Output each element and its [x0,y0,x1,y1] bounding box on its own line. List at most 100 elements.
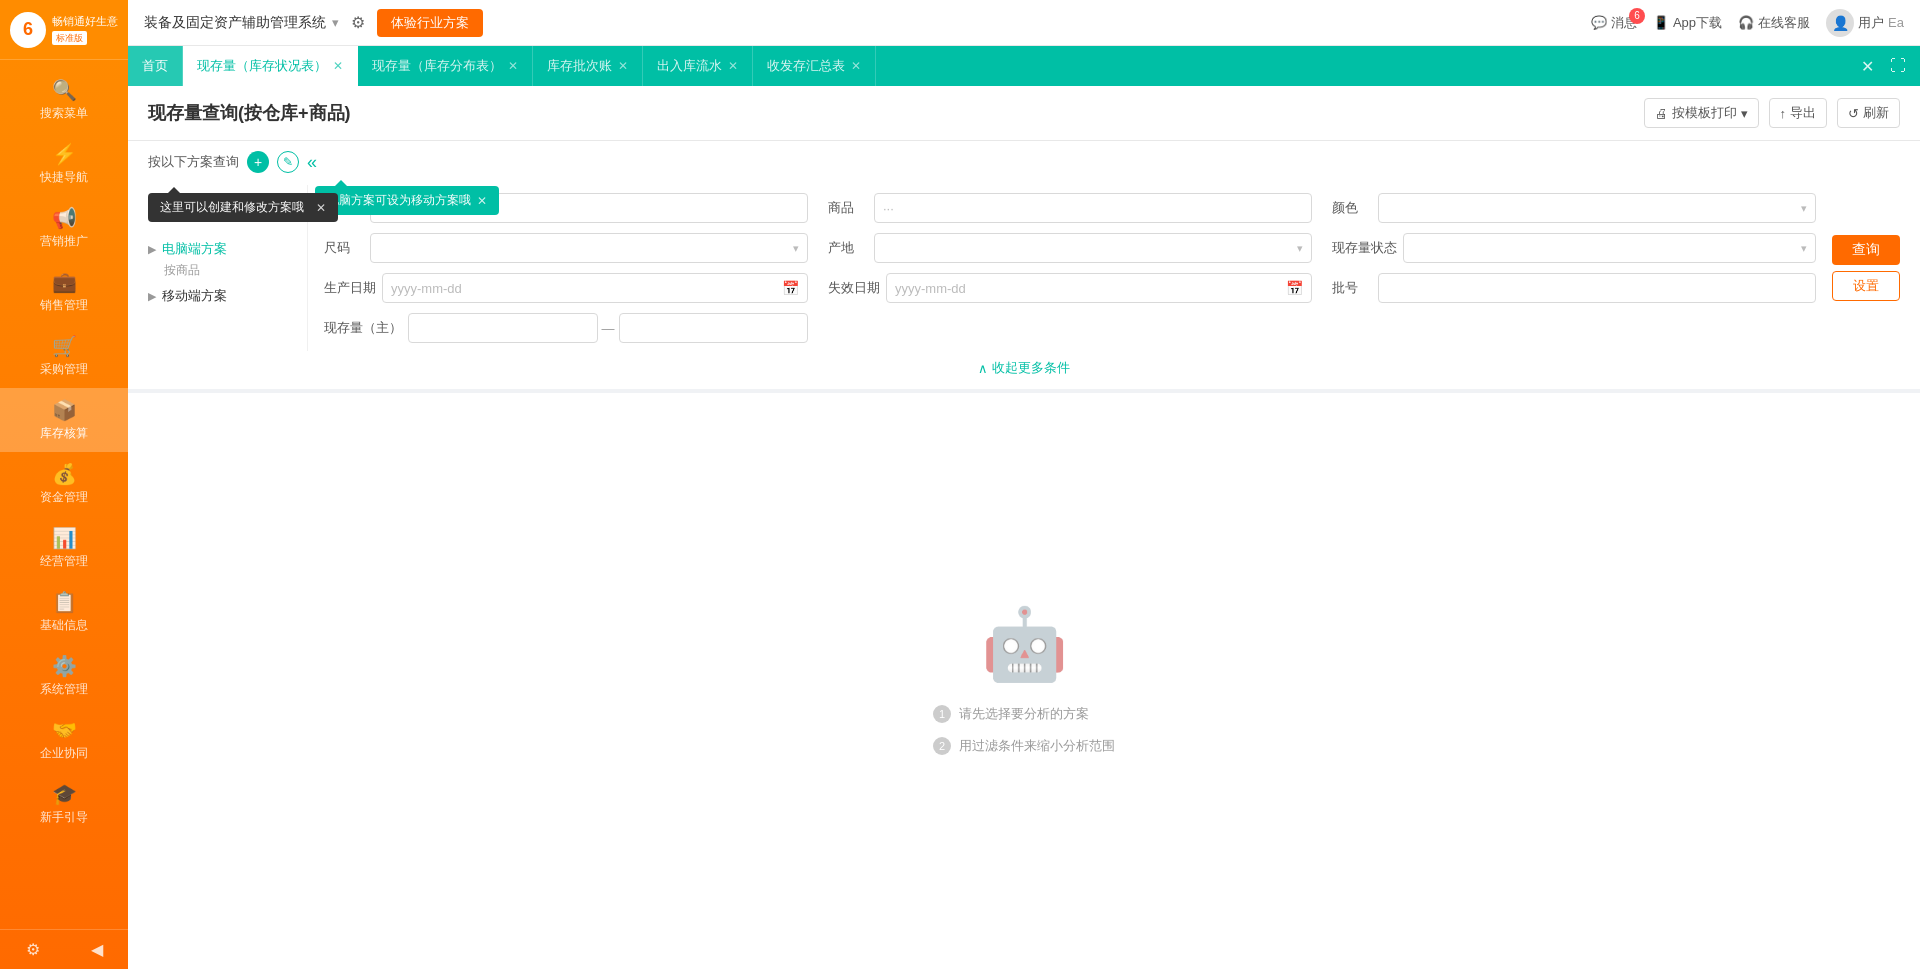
app-download-button[interactable]: 📱 App下载 [1653,14,1722,32]
filter-back-button[interactable]: « [307,152,317,173]
tab-stock-status[interactable]: 现存量（库存状况表） ✕ [183,46,358,86]
experience-button[interactable]: 体验行业方案 [377,9,483,37]
tab-stock-dist-label: 现存量（库存分布表） [372,57,502,75]
scheme-name-pc[interactable]: 电脑端方案 [162,240,227,258]
scheme-subitem: 按商品 [148,262,307,279]
sidebar-item-basic[interactable]: 📋 基础信息 [0,580,128,644]
sidebar-item-quick[interactable]: ⚡ 快捷导航 [0,132,128,196]
stock-status-select[interactable]: ▾ [1403,233,1816,263]
reset-button[interactable]: 设置 [1832,271,1900,301]
exp-calendar-icon[interactable]: 📅 [1286,280,1303,296]
tab-delivery-summary[interactable]: 收发存汇总表 ✕ [753,46,876,86]
edit-tooltip-close[interactable]: ✕ [316,201,326,215]
tab-inout-flow-close[interactable]: ✕ [728,59,738,73]
tabbar-close-all[interactable]: ✕ [1857,55,1878,78]
query-button[interactable]: 查询 [1832,235,1900,265]
tabbar-fullscreen[interactable]: ⛶ [1886,55,1910,77]
tab-delivery-summary-label: 收发存汇总表 [767,57,845,75]
mfg-date-input[interactable]: yyyy-mm-dd 📅 [382,273,808,303]
sidebar-settings-btn[interactable]: ⚙ [26,940,40,959]
sidebar-item-label: 营销推广 [40,233,88,250]
filter-edit-button[interactable]: ✎ [277,151,299,173]
system-name: 装备及固定资产辅助管理系统 [144,14,326,32]
filter-add-button[interactable]: + [247,151,269,173]
sidebar-item-stock[interactable]: 📦 库存核算 [0,388,128,452]
sidebar-item-finance[interactable]: 💰 资金管理 [0,452,128,516]
tab-stock-status-close[interactable]: ✕ [333,59,343,73]
tab-stock-dist[interactable]: 现存量（库存分布表） ✕ [358,46,533,86]
batch-input[interactable] [1378,273,1816,303]
sidebar-item-label: 企业协同 [40,745,88,762]
exp-date-field: 失效日期 yyyy-mm-dd 📅 [828,273,1312,303]
scheme-item-mobile[interactable]: ▶ 移动端方案 [148,283,307,309]
tab-stock-batch[interactable]: 库存批次账 ✕ [533,46,643,86]
logo-text: 畅销通好生意 标准版 [52,14,118,46]
tabbar: 首页 现存量（库存状况表） ✕ 现存量（库存分布表） ✕ 库存批次账 ✕ 出入库… [128,46,1920,86]
sidebar-item-system[interactable]: ⚙️ 系统管理 [0,644,128,708]
goods-select[interactable]: ··· [874,193,1312,223]
tab-delivery-summary-close[interactable]: ✕ [851,59,861,73]
mfg-calendar-icon[interactable]: 📅 [782,280,799,296]
tab-inout-flow[interactable]: 出入库流水 ✕ [643,46,753,86]
scheme-panel: 这里可以创建和修改方案哦 ✕ ▶ 电脑端方案 按商品 ▶ 移动端方案 [148,185,308,351]
batch-field: 批号 [1332,273,1816,303]
user-menu-button[interactable]: 👤 用户 Ea [1826,9,1904,37]
refresh-button[interactable]: ↺ 刷新 [1837,98,1900,128]
query-fields: 仓库 ··· 商品 ··· [308,185,1816,351]
sidebar-item-marketing[interactable]: 📢 营销推广 [0,196,128,260]
chevron-up-icon: ∧ [978,361,988,376]
stock-max-input[interactable] [619,313,809,343]
sidebar-item-sales[interactable]: 💼 销售管理 [0,260,128,324]
empty-robot-icon: 🤖 [981,603,1068,685]
mfg-date-field: 生产日期 yyyy-mm-dd 📅 [324,273,808,303]
edit-tooltip-text: 这里可以创建和修改方案哦 [160,199,304,216]
sidebar-item-operation[interactable]: 📊 经营管理 [0,516,128,580]
tab-home-label: 首页 [142,57,168,75]
stock-main-field: 现存量（主） — [324,313,808,343]
mfg-date-label: 生产日期 [324,279,376,297]
exp-date-input[interactable]: yyyy-mm-dd 📅 [886,273,1312,303]
tabbar-actions: ✕ ⛶ [1857,55,1920,78]
tab-home[interactable]: 首页 [128,46,183,86]
scheme-name-mobile[interactable]: 移动端方案 [162,287,227,305]
sidebar-item-purchase[interactable]: 🛒 采购管理 [0,324,128,388]
sidebar-item-enterprise[interactable]: 🤝 企业协同 [0,708,128,772]
origin-field: 产地 ▾ [828,233,1312,263]
sidebar-item-label: 搜索菜单 [40,105,88,122]
stock-status-label: 现存量状态 [1332,239,1397,257]
tab-stock-dist-close[interactable]: ✕ [508,59,518,73]
messages-badge: 6 [1629,8,1645,24]
empty-text: 1 请先选择要分析的方案 2 用过滤条件来缩小分析范围 [933,701,1115,759]
collapse-more-button[interactable]: ∧ 收起更多条件 [148,351,1900,389]
online-support-button[interactable]: 🎧 在线客服 [1738,14,1810,32]
export-button[interactable]: ↑ 导出 [1769,98,1828,128]
sales-icon: 💼 [52,270,77,294]
exp-date-label: 失效日期 [828,279,880,297]
sidebar-item-search[interactable]: 🔍 搜索菜单 [0,68,128,132]
online-support-label: 在线客服 [1758,14,1810,32]
sidebar-collapse-btn[interactable]: ◀ [91,940,103,959]
size-select[interactable]: ▾ [370,233,808,263]
scheme-item-pc[interactable]: ▶ 电脑端方案 [148,236,307,262]
origin-select[interactable]: ▾ [874,233,1312,263]
app-logo: 6 畅销通好生意 标准版 [0,0,128,60]
goods-more-icon: ··· [883,201,894,216]
scheme-tooltip-close[interactable]: ✕ [477,194,487,208]
stock-min-input[interactable] [408,313,598,343]
stock-main-range: — [408,313,808,343]
marketing-icon: 📢 [52,206,77,230]
search-icon: 🔍 [52,78,77,102]
tab-stock-batch-label: 库存批次账 [547,57,612,75]
filter-header: 按以下方案查询 + ✎ « 电脑方案可设为移动方案哦 ✕ [148,141,1900,173]
messages-button[interactable]: 💬 消息 6 [1591,14,1637,32]
edit-tooltip: 这里可以创建和修改方案哦 ✕ [148,193,338,222]
sidebar-item-guide[interactable]: 🎓 新手引导 [0,772,128,836]
topbar: 装备及固定资产辅助管理系统 ▾ ⚙ 体验行业方案 💬 消息 6 📱 App下载 … [128,0,1920,46]
tab-stock-status-label: 现存量（库存状况表） [197,57,327,75]
gear-icon[interactable]: ⚙ [351,13,365,32]
color-select[interactable]: ▾ [1378,193,1816,223]
template-print-button[interactable]: 🖨 按模板打印 ▾ [1644,98,1759,128]
size-arrow-icon: ▾ [793,242,799,255]
export-icon: ↑ [1780,106,1787,121]
tab-stock-batch-close[interactable]: ✕ [618,59,628,73]
